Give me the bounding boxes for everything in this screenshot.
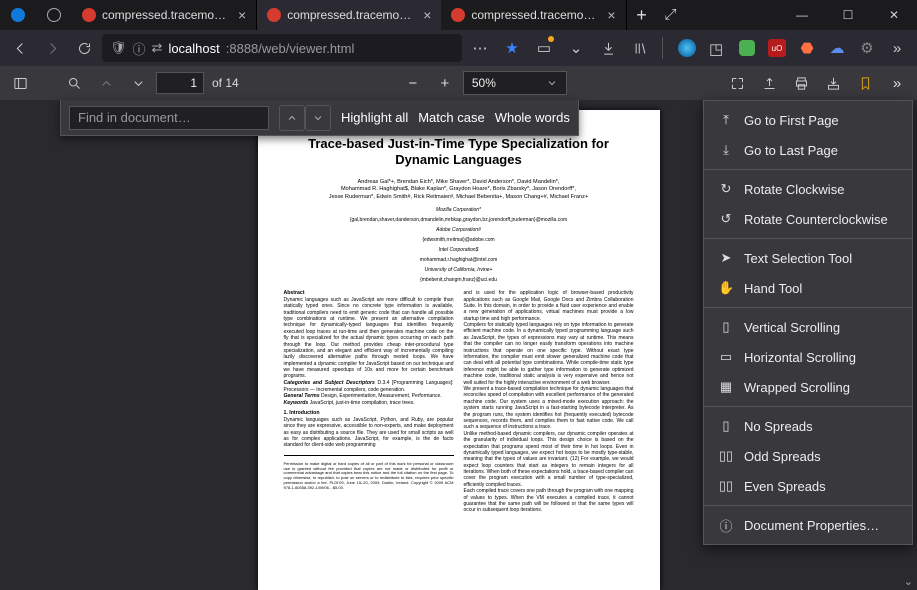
sidebar-toggle-button[interactable] <box>6 69 34 97</box>
find-button[interactable] <box>60 69 88 97</box>
new-tab-button[interactable]: + <box>627 0 657 30</box>
find-wholewords-option[interactable]: Whole words <box>495 110 570 125</box>
secondary-menu: ⤒Go to First Page ⤓Go to Last Page ↻Rota… <box>703 100 913 545</box>
pdf-viewer: of 14 − + 50% » Highlight all Match case… <box>0 66 917 590</box>
next-page-button[interactable] <box>124 69 152 97</box>
vscroll-icon: ▯ <box>718 319 734 335</box>
zoom-out-button[interactable]: − <box>399 69 427 97</box>
bookmark-button[interactable] <box>851 69 879 97</box>
pdf-page-1: Trace-based Just-in-Time Type Specializa… <box>258 110 660 590</box>
page-icon: ▯ <box>718 418 734 434</box>
nav-back-button[interactable] <box>6 34 34 62</box>
tab-pdf-1[interactable]: compressed.tracemonkey-pl… × <box>72 0 257 30</box>
bookmark-star-icon[interactable]: ★ <box>498 34 526 62</box>
browser-addressbar: 🛡 ⓘ ⇄ localhost :8888/web/viewer.html ⋯ ★… <box>0 30 917 66</box>
find-next-button[interactable] <box>305 105 331 131</box>
menu-vertical-scroll[interactable]: ▯Vertical Scrolling <box>704 312 912 342</box>
tab-label: compressed.tracemonke <box>471 8 601 22</box>
page-number-input[interactable] <box>156 72 204 94</box>
nav-forward-button[interactable] <box>38 34 66 62</box>
zoom-in-button[interactable]: + <box>431 69 459 97</box>
spread-even-icon: ▯▯ <box>718 478 734 494</box>
find-prev-button[interactable] <box>279 105 305 131</box>
window-close-button[interactable]: ✕ <box>871 0 917 30</box>
menu-doc-properties[interactable]: ⓘDocument Properties… <box>704 510 912 540</box>
ext-icon-3[interactable] <box>733 34 761 62</box>
print-button[interactable] <box>787 69 815 97</box>
chevron-down-icon <box>546 77 558 89</box>
tab-label: compressed.tracemonke <box>287 8 417 22</box>
tab-pdf-active[interactable]: compressed.tracemonke × <box>257 0 441 30</box>
spread-odd-icon: ▯▯ <box>718 448 734 464</box>
browser-titlebar: compressed.tracemonkey-pl… × compressed.… <box>0 0 917 30</box>
ext-icon-5[interactable]: ⬣ <box>793 34 821 62</box>
ext-icon-2[interactable]: ◳ <box>703 34 731 62</box>
doc-title: Trace-based Just-in-Time Type Specializa… <box>284 136 634 169</box>
window-minimize-button[interactable]: — <box>779 0 825 30</box>
find-highlight-option[interactable]: Highlight all <box>341 110 408 125</box>
tab-label: compressed.tracemonkey-pl… <box>102 8 232 22</box>
info-icon: ⓘ <box>718 516 734 535</box>
close-icon[interactable]: × <box>238 7 246 23</box>
tab-pinned-2[interactable] <box>36 0 72 30</box>
ext-icon-6[interactable]: ☁ <box>823 34 851 62</box>
menu-rotate-cw[interactable]: ↻Rotate Clockwise <box>704 174 912 204</box>
overflow-icon[interactable]: » <box>883 34 911 62</box>
presentation-button[interactable] <box>723 69 751 97</box>
close-icon[interactable]: × <box>423 7 431 23</box>
download-button[interactable] <box>819 69 847 97</box>
url-rest: :8888/web/viewer.html <box>226 41 355 56</box>
library-icon[interactable] <box>626 34 654 62</box>
menu-first-page[interactable]: ⤒Go to First Page <box>704 105 912 135</box>
rotate-cw-icon: ↻ <box>718 181 734 197</box>
menu-rotate-ccw[interactable]: ↺Rotate Counterclockwise <box>704 204 912 234</box>
secondary-menu-button[interactable]: » <box>883 69 911 97</box>
info-icon: ⓘ <box>133 39 146 58</box>
menu-hand-tool[interactable]: ✋Hand Tool <box>704 273 912 303</box>
tab-pdf-3[interactable]: compressed.tracemonke × <box>441 0 626 30</box>
arrow-first-icon: ⤒ <box>718 112 734 128</box>
close-icon[interactable]: × <box>607 7 615 23</box>
menu-even-spreads[interactable]: ▯▯Even Spreads <box>704 471 912 501</box>
url-field[interactable]: 🛡 ⓘ ⇄ localhost :8888/web/viewer.html <box>102 34 462 62</box>
menu-last-page[interactable]: ⤓Go to Last Page <box>704 135 912 165</box>
arrow-last-icon: ⤓ <box>718 142 734 158</box>
window-maximize-button[interactable]: ☐ <box>825 0 871 30</box>
menu-no-spreads[interactable]: ▯No Spreads <box>704 411 912 441</box>
hscroll-icon: ▭ <box>718 349 734 365</box>
page-count-label: of 14 <box>212 76 239 90</box>
ext-icon-ublock[interactable]: uO <box>763 34 791 62</box>
prev-page-button[interactable] <box>92 69 120 97</box>
find-bar: Highlight all Match case Whole words <box>60 100 579 136</box>
permissions-icon: ⇄ <box>152 40 163 56</box>
menu-odd-spreads[interactable]: ▯▯Odd Spreads <box>704 441 912 471</box>
find-matchcase-option[interactable]: Match case <box>418 110 484 125</box>
find-input[interactable] <box>69 106 269 130</box>
ext-icon-1[interactable] <box>673 34 701 62</box>
open-file-button[interactable] <box>755 69 783 97</box>
tab-pinned-1[interactable] <box>0 0 36 30</box>
nav-reload-button[interactable] <box>70 34 98 62</box>
url-host: localhost <box>168 41 219 56</box>
pocket-icon[interactable]: ⌄ <box>562 34 590 62</box>
scroll-indicator-icon[interactable]: ⌄ <box>904 575 913 588</box>
menu-horizontal-scroll[interactable]: ▭Horizontal Scrolling <box>704 342 912 372</box>
expand-tabs-icon[interactable]: ⤢ <box>657 0 685 28</box>
container-icon[interactable]: ▭ <box>530 34 558 62</box>
hand-icon: ✋ <box>718 280 734 296</box>
menu-text-selection[interactable]: ➤Text Selection Tool <box>704 243 912 273</box>
shield-icon: 🛡 <box>110 40 127 56</box>
zoom-value: 50% <box>472 76 496 90</box>
wscroll-icon: ▦ <box>718 379 734 395</box>
cursor-icon: ➤ <box>718 250 734 266</box>
page-actions-icon[interactable]: ⋯ <box>466 34 494 62</box>
menu-wrapped-scroll[interactable]: ▦Wrapped Scrolling <box>704 372 912 402</box>
downloads-icon[interactable] <box>594 34 622 62</box>
ext-icon-7[interactable]: ⚙ <box>853 34 881 62</box>
pdf-toolbar: of 14 − + 50% » <box>0 66 917 100</box>
zoom-select[interactable]: 50% <box>463 71 567 95</box>
rotate-ccw-icon: ↺ <box>718 211 734 227</box>
